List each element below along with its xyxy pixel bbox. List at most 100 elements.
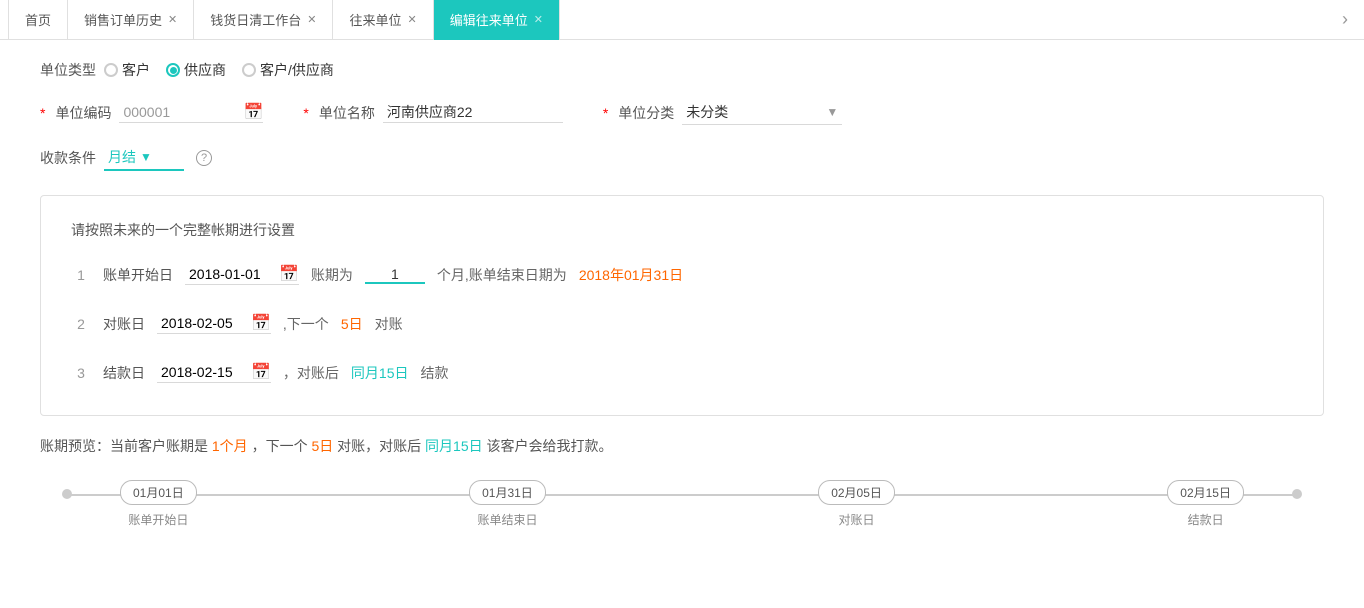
unit-category-label: 单位分类 [618,103,674,123]
tab-expand-icon[interactable]: › [1334,9,1356,30]
timeline-label-4: 结款日 [1188,511,1224,528]
row-2-num: 2 [71,316,91,332]
unit-name-input[interactable] [383,102,563,123]
timeline-badge-2: 01月31日 [469,480,546,505]
chevron-down-icon: ▼ [826,105,838,119]
row-2-date-group: 📅 [157,313,271,334]
unit-category-select[interactable]: 未分类 ▼ [682,100,842,125]
unit-name-field: * 单位名称 [303,102,562,123]
preview-highlight2: 5日 [311,438,333,454]
tab-home-label: 首页 [25,10,51,29]
radio-both[interactable]: 客户/供应商 [242,60,334,80]
unit-code-field: * 单位编码 📅 [40,102,263,123]
tab-partner-close[interactable]: ✕ [408,13,417,26]
panel-box: 请按照未来的一个完整帐期进行设置 1 账单开始日 📅 账期为 个月,账单结束日期… [40,195,1324,416]
panel-row-2: 2 对账日 📅 ,下一个 5日 对账 [71,313,1293,334]
preview-mid1: ，下一个 [252,438,308,454]
unit-code-label: 单位编码 [55,103,111,123]
tabs-bar: 首页 销售订单历史 ✕ 钱货日清工作台 ✕ 往来单位 ✕ 编辑往来单位 ✕ › [0,0,1364,40]
preview-text: 账期预览：当前客户账期是 1个月 ，下一个 5日 对账，对账后 同月15日 该客… [40,436,1324,456]
radio-supplier-label: 供应商 [184,60,226,80]
timeline-badge-4: 02月15日 [1167,480,1244,505]
row-3-date-group: 📅 [157,362,271,383]
tab-sales-history-close[interactable]: ✕ [168,13,177,26]
timeline-container: 01月01日 账单开始日 01月31日 账单结束日 02月05日 对账日 02月… [40,480,1324,528]
timeline-point-1: 01月01日 账单开始日 [120,480,197,528]
row-2-date-input[interactable] [157,313,247,333]
row-1-label: 账单开始日 [103,265,173,285]
payment-terms-value: 月结 [108,147,136,167]
help-icon[interactable]: ? [196,150,212,166]
unit-code-input-group: 📅 [119,102,263,123]
timeline-points: 01月01日 账单开始日 01月31日 账单结束日 02月05日 对账日 02月… [60,480,1304,528]
row-3-end: 结款 [421,363,449,383]
unit-type-radio-group: 客户 供应商 客户/供应商 [104,60,334,80]
preview-section: 账期预览：当前客户账期是 1个月 ，下一个 5日 对账，对账后 同月15日 该客… [40,436,1324,528]
payment-terms-select[interactable]: 月结 ▼ [104,145,184,171]
row-3-date-input[interactable] [157,362,247,382]
unit-type-label: 单位类型 [40,60,96,80]
unit-category-value: 未分类 [686,102,822,122]
unit-code-input[interactable] [119,102,239,122]
row-1-end-date: 2018年01月31日 [579,265,683,285]
tab-partner-label: 往来单位 [349,10,401,29]
panel-title: 请按照未来的一个完整帐期进行设置 [71,220,1293,240]
timeline-point-4: 02月15日 结款日 [1167,480,1244,528]
row-2-prefix: ,下一个 [283,314,329,334]
unit-category-star: * [603,105,608,121]
radio-customer-label: 客户 [122,60,150,80]
timeline-label-2: 账单结束日 [477,511,537,528]
payment-chevron-icon: ▼ [140,150,152,164]
page-content: 单位类型 客户 供应商 客户/供应商 * 单位编码 [0,40,1364,608]
preview-mid2: 对账，对账后 [337,438,421,454]
tab-edit-partner-label: 编辑往来单位 [450,10,528,29]
timeline-label-1: 账单开始日 [128,511,188,528]
radio-both-circle [242,63,256,77]
tab-edit-partner[interactable]: 编辑往来单位 ✕ [434,0,560,40]
tab-edit-partner-close[interactable]: ✕ [534,13,543,26]
tab-sales-history[interactable]: 销售订单历史 ✕ [68,0,194,40]
timeline-point-3: 02月05日 对账日 [818,480,895,528]
row-1-suffix: 账期为 [311,265,353,285]
radio-customer[interactable]: 客户 [104,60,150,80]
row-2-calendar-icon[interactable]: 📅 [251,313,271,333]
unit-name-star: * [303,105,308,121]
row-1-calendar-icon[interactable]: 📅 [279,264,299,284]
tab-cash-work[interactable]: 钱货日清工作台 ✕ [194,0,333,40]
unit-info-row: * 单位编码 📅 * 单位名称 * 单位分类 未分类 ▼ [40,100,1324,125]
row-3-num: 3 [71,365,91,381]
payment-terms-label: 收款条件 [40,148,96,168]
tab-cash-work-label: 钱货日清工作台 [210,10,301,29]
row-3-suffix: ，对账后 [283,363,339,383]
radio-both-label: 客户/供应商 [260,60,334,80]
unit-code-calendar-icon[interactable]: 📅 [243,102,263,122]
payment-terms-row: 收款条件 月结 ▼ ? [40,145,1324,171]
timeline-label-3: 对账日 [839,511,875,528]
period-input[interactable] [365,266,425,284]
unit-type-row: 单位类型 客户 供应商 客户/供应商 [40,60,1324,80]
row-2-highlight: 5日 [341,314,363,334]
row-3-highlight: 同月15日 [351,363,409,383]
row-1-date-group: 📅 [185,264,299,285]
tab-partner[interactable]: 往来单位 ✕ [333,0,433,40]
timeline-point-2: 01月31日 账单结束日 [469,480,546,528]
radio-supplier[interactable]: 供应商 [166,60,226,80]
row-1-period-unit: 个月,账单结束日期为 [437,265,567,285]
panel-row-3: 3 结款日 📅 ，对账后 同月15日 结款 [71,362,1293,383]
radio-customer-circle [104,63,118,77]
row-1-date-input[interactable] [185,264,275,284]
payment-terms-field: 收款条件 月结 ▼ ? [40,145,212,171]
row-3-label: 结款日 [103,363,145,383]
row-2-label: 对账日 [103,314,145,334]
tab-home[interactable]: 首页 [8,0,68,40]
preview-highlight1: 1个月 [212,438,248,454]
timeline-badge-3: 02月05日 [818,480,895,505]
preview-highlight3: 同月15日 [425,438,483,454]
unit-type-field: 单位类型 客户 供应商 客户/供应商 [40,60,334,80]
unit-name-label: 单位名称 [319,103,375,123]
tab-cash-work-close[interactable]: ✕ [307,13,316,26]
row-3-calendar-icon[interactable]: 📅 [251,362,271,382]
timeline-badge-1: 01月01日 [120,480,197,505]
row-2-suffix: 对账 [375,314,403,334]
preview-suffix: 该客户会给我打款。 [487,438,613,454]
